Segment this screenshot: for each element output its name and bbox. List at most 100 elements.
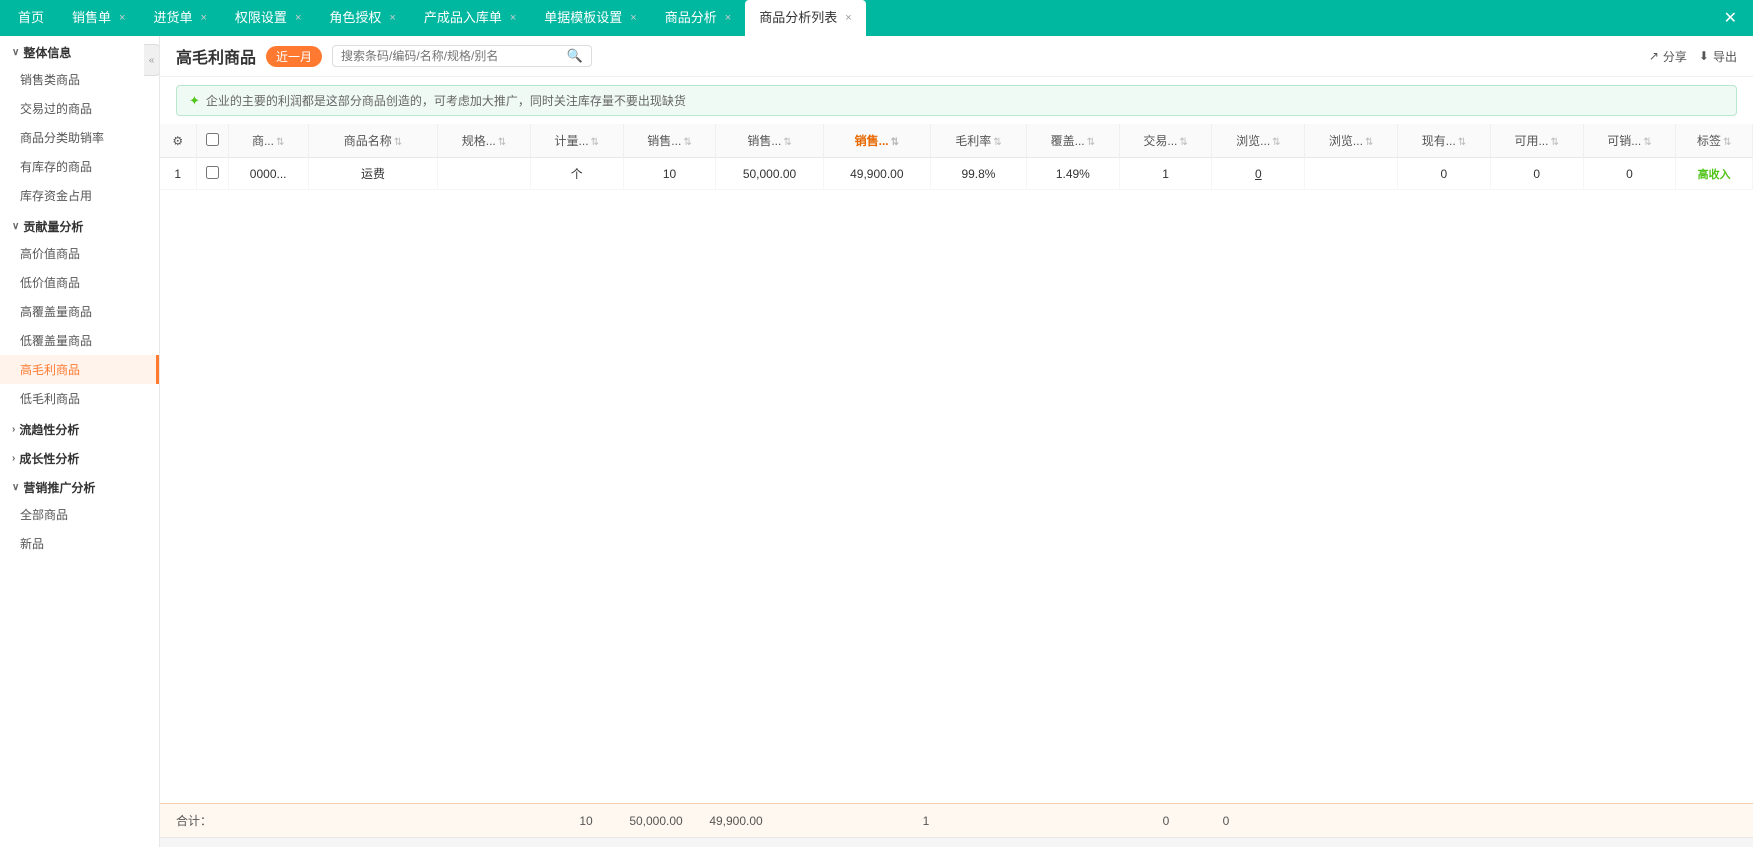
search-box: 🔍 [332, 45, 592, 67]
th-settings[interactable]: ⚙ [160, 124, 196, 158]
sidebar-collapse-btn[interactable]: « [144, 44, 160, 76]
sort-icon-name: ⇅ [394, 137, 402, 148]
sidebar-group-trend[interactable]: › 流趋性分析 [0, 413, 159, 442]
sidebar-item-sales-goods[interactable]: 销售类商品 [0, 65, 159, 94]
th-coverage[interactable]: 覆盖...⇅ [1026, 124, 1119, 158]
row-coverage: 1.49% [1026, 158, 1119, 190]
th-checkbox [196, 124, 228, 158]
th-code[interactable]: 商...⇅ [228, 124, 308, 158]
nav-product-warehouse[interactable]: 产成品入库单 × [410, 0, 530, 36]
arrow-marketing: ∨ [12, 482, 19, 493]
th-browse1[interactable]: 浏览...⇅ [1212, 124, 1305, 158]
th-gross-margin[interactable]: 毛利率⇅ [930, 124, 1026, 158]
close-product-warehouse[interactable]: × [510, 0, 516, 36]
sort-icon-stock1: ⇅ [1458, 137, 1466, 148]
share-btn[interactable]: ↗ 分享 [1649, 48, 1687, 65]
row-sales2: 50,000.00 [716, 158, 823, 190]
th-sales3[interactable]: 销售...⇅ [823, 124, 930, 158]
nav-permissions[interactable]: 权限设置 × [221, 0, 315, 36]
search-icon: 🔍 [567, 48, 583, 64]
footer-label: 合计： [176, 812, 212, 829]
info-banner: ✦ 企业的主要的利润都是这部分商品创造的，可考虑加大推广，同时关注库存量不要出现… [176, 85, 1737, 116]
info-icon: ✦ [189, 93, 200, 109]
close-template-settings[interactable]: × [630, 0, 636, 36]
sidebar-group-marketing[interactable]: ∨ 营销推广分析 [0, 471, 159, 500]
close-permissions[interactable]: × [295, 0, 301, 36]
close-product-analysis[interactable]: × [725, 0, 731, 36]
nav-home[interactable]: 首页 [4, 0, 58, 36]
settings-icon[interactable]: ⚙ [172, 134, 183, 148]
sidebar-item-category-rate[interactable]: 商品分类助销率 [0, 123, 159, 152]
th-unit[interactable]: 计量...⇅ [530, 124, 623, 158]
sidebar-item-all-goods[interactable]: 全部商品 [0, 500, 159, 529]
th-transactions[interactable]: 交易...⇅ [1119, 124, 1212, 158]
content-header: 高毛利商品 近一月 🔍 ↗ 分享 ⬇ 导出 [160, 36, 1753, 77]
sidebar-item-high-coverage[interactable]: 高覆盖量商品 [0, 297, 159, 326]
table-container[interactable]: ⚙ 商...⇅ 商品名称⇅ 规格...⇅ 计量...⇅ 销售...⇅ 销售...… [160, 124, 1753, 803]
data-table: ⚙ 商...⇅ 商品名称⇅ 规格...⇅ 计量...⇅ 销售...⇅ 销售...… [160, 124, 1753, 190]
sort-icon-sales3: ⇅ [891, 137, 899, 148]
nav-purchase-order[interactable]: 进货单 × [139, 0, 220, 36]
sort-icon-code: ⇅ [276, 137, 284, 148]
close-purchase-order[interactable]: × [200, 0, 206, 36]
sidebar-group-growth[interactable]: › 成长性分析 [0, 442, 159, 471]
row-checkbox-cell [196, 158, 228, 190]
sort-icon-browse1: ⇅ [1272, 137, 1280, 148]
footer-row: 合计： 10 50,000.00 49,900.00 1 [176, 812, 1737, 829]
sidebar-group-overall[interactable]: ∨ 整体信息 [0, 36, 159, 65]
row-browse2 [1305, 158, 1398, 190]
nav-sales-order[interactable]: 销售单 × [58, 0, 139, 36]
sidebar-item-new-goods[interactable]: 新品 [0, 529, 159, 558]
main-layout: « ∨ 整体信息 销售类商品 交易过的商品 商品分类助销率 有库存的商品 库存资… [0, 36, 1753, 847]
nav-product-analysis-list[interactable]: 商品分析列表 × [745, 0, 865, 36]
sidebar-item-low-margin[interactable]: 低毛利商品 [0, 384, 159, 413]
header-actions: ↗ 分享 ⬇ 导出 [1649, 48, 1737, 65]
page-title: 高毛利商品 [176, 44, 256, 68]
th-browse2[interactable]: 浏览...⇅ [1305, 124, 1398, 158]
close-sales-order[interactable]: × [119, 0, 125, 36]
row-sales1: 10 [623, 158, 716, 190]
row-index: 1 [160, 158, 196, 190]
footer-sales2: 50,000.00 [616, 814, 696, 828]
filter-recent-month-btn[interactable]: 近一月 [266, 46, 322, 67]
sidebar-item-low-value[interactable]: 低价值商品 [0, 268, 159, 297]
close-product-analysis-list[interactable]: × [845, 0, 851, 36]
search-input[interactable] [341, 49, 563, 63]
sidebar-item-in-stock[interactable]: 有库存的商品 [0, 152, 159, 181]
th-tag[interactable]: 标签⇅ [1676, 124, 1753, 158]
th-stock1[interactable]: 现有...⇅ [1398, 124, 1491, 158]
bottom-scroll-area[interactable] [160, 837, 1753, 847]
th-stock2[interactable]: 可用...⇅ [1490, 124, 1583, 158]
sidebar-item-traded-goods[interactable]: 交易过的商品 [0, 94, 159, 123]
th-name[interactable]: 商品名称⇅ [308, 124, 437, 158]
nav-role-auth[interactable]: 角色授权 × [315, 0, 409, 36]
sidebar-item-stock-capital[interactable]: 库存资金占用 [0, 181, 159, 210]
row-name[interactable]: 运费 [308, 158, 437, 190]
window-close-btn[interactable]: ✕ [1712, 8, 1749, 28]
nav-template-settings[interactable]: 单据模板设置 × [530, 0, 650, 36]
row-stock3: 0 [1583, 158, 1676, 190]
share-icon: ↗ [1649, 49, 1659, 63]
row-browse1[interactable]: 0 [1212, 158, 1305, 190]
close-role-auth[interactable]: × [389, 0, 395, 36]
select-all-checkbox[interactable] [206, 133, 219, 146]
arrow-overall: ∨ [12, 47, 19, 58]
sidebar: « ∨ 整体信息 销售类商品 交易过的商品 商品分类助销率 有库存的商品 库存资… [0, 36, 160, 847]
export-btn[interactable]: ⬇ 导出 [1699, 48, 1737, 65]
row-stock2: 0 [1490, 158, 1583, 190]
sidebar-item-low-coverage[interactable]: 低覆盖量商品 [0, 326, 159, 355]
th-stock3[interactable]: 可销...⇅ [1583, 124, 1676, 158]
th-sales1[interactable]: 销售...⇅ [623, 124, 716, 158]
row-checkbox[interactable] [206, 166, 219, 179]
arrow-growth: › [12, 453, 15, 464]
nav-product-analysis[interactable]: 商品分析 × [651, 0, 745, 36]
row-gross-margin: 99.8% [930, 158, 1026, 190]
row-stock1: 0 [1398, 158, 1491, 190]
th-spec[interactable]: 规格...⇅ [438, 124, 531, 158]
sidebar-item-high-value[interactable]: 高价值商品 [0, 239, 159, 268]
top-nav: 首页 销售单 × 进货单 × 权限设置 × 角色授权 × 产成品入库单 × 单据… [0, 0, 1753, 36]
arrow-contribution: ∨ [12, 221, 19, 232]
th-sales2[interactable]: 销售...⇅ [716, 124, 823, 158]
sidebar-item-high-margin[interactable]: 高毛利商品 [0, 355, 159, 384]
sidebar-group-contribution[interactable]: ∨ 贡献量分析 [0, 210, 159, 239]
